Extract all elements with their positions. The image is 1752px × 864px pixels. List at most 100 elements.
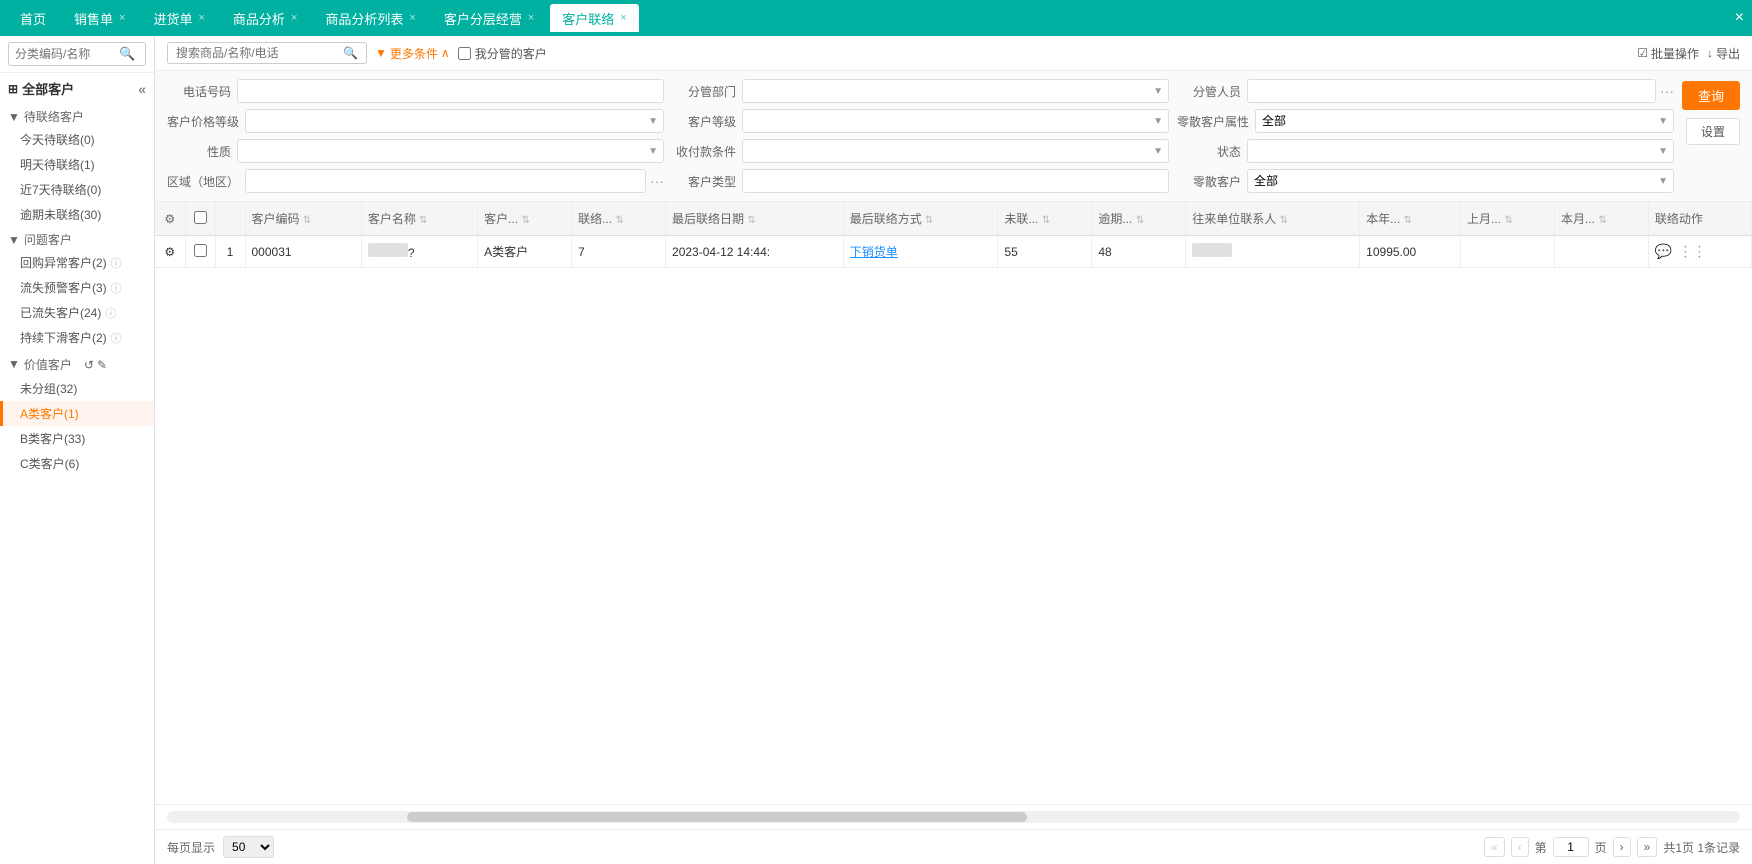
footer-pagination: « ‹ 第 页 › » 共1页 1条记录 (1484, 837, 1740, 857)
filter-scatter-select[interactable]: 全部 (1247, 169, 1674, 193)
row-action-more-0[interactable]: ⋮⋮ (1678, 243, 1706, 260)
first-page-btn[interactable]: « (1484, 837, 1505, 857)
filter-region-dots[interactable]: ··· (650, 173, 664, 189)
nav-tab-customer-contact[interactable]: 客户联络× (550, 4, 638, 32)
nav-tab-close-sales[interactable]: × (119, 12, 125, 24)
row-action-chat-0[interactable]: 💬 (1655, 243, 1672, 260)
filter-row-3: 性质 ▼ 收付款条件 ▼ (167, 139, 1674, 163)
filter-region-label: 区域（地区） (167, 173, 245, 190)
filter-level-select[interactable] (742, 109, 1169, 133)
sidebar-item-2-3[interactable]: C类客户(6) (0, 451, 154, 476)
nav-tab-goods-list[interactable]: 商品分析列表× (313, 4, 427, 32)
table-row: ⚙ 1 000031 ? A类客户 7 2023-04-12 14:44: 下销… (155, 236, 1752, 268)
sidebar-group-label-1[interactable]: ▼ 问题客户 (0, 227, 154, 250)
filter-search-box: 🔍 (167, 42, 367, 64)
filter-nature: 性质 ▼ (167, 139, 664, 163)
my-customers-checkbox[interactable] (458, 47, 471, 60)
per-page-select[interactable]: 50 100 (223, 836, 274, 858)
nav-tab-close-goods-list[interactable]: × (409, 12, 415, 24)
nav-tab-purchase[interactable]: 进货单× (141, 4, 216, 32)
batch-op-btn[interactable]: ☑ 批量操作 (1637, 45, 1699, 62)
table-gear-col[interactable]: ⚙ (155, 202, 185, 236)
filter-dept-select[interactable] (742, 79, 1169, 103)
row-last-method-link-0[interactable]: 下销货单 (850, 245, 898, 259)
sidebar-item-0-3[interactable]: 逾期未联络(30) (0, 202, 154, 227)
sidebar-item-info-1-0[interactable]: ⓘ (111, 258, 122, 270)
filter-person-dots[interactable]: ··· (1660, 83, 1674, 99)
table-col-contact[interactable]: 联络... ⇅ (572, 202, 666, 236)
sidebar-item-0-0[interactable]: 今天待联络(0) (0, 127, 154, 152)
sidebar-item-1-3[interactable]: 持续下滑客户(2)ⓘ (0, 325, 154, 350)
table-body: ⚙ 1 000031 ? A类客户 7 2023-04-12 14:44: 下销… (155, 236, 1752, 268)
h-scrollbar-thumb[interactable] (407, 812, 1027, 822)
row-gear-0[interactable]: ⚙ (155, 236, 185, 268)
close-all-tabs[interactable]: × (1735, 9, 1744, 27)
export-btn[interactable]: ↓ 导出 (1707, 45, 1740, 62)
table-col-type[interactable]: 客户... ⇅ (478, 202, 572, 236)
table-col-last-month[interactable]: 上月... ⇅ (1461, 202, 1555, 236)
filter-price-select[interactable] (245, 109, 664, 133)
sidebar-item-info-1-3[interactable]: ⓘ (111, 333, 122, 345)
filter-status-select[interactable] (1247, 139, 1674, 163)
filter-nature-select[interactable] (237, 139, 664, 163)
filter-dept-label: 分管部门 (672, 83, 742, 100)
table-col-this-year[interactable]: 本年... ⇅ (1360, 202, 1461, 236)
filter-search-input[interactable] (176, 46, 339, 60)
sidebar-search-input[interactable] (15, 47, 115, 61)
filter-person-input[interactable] (1247, 79, 1656, 103)
nav-tab-customer-tier[interactable]: 客户分层经营× (432, 4, 546, 32)
next-page-btn[interactable]: › (1613, 837, 1631, 857)
sidebar-group-label-0[interactable]: ▼ 待联络客户 (0, 104, 154, 127)
nav-tab-sales[interactable]: 销售单× (62, 4, 137, 32)
h-scrollbar[interactable] (167, 811, 1740, 823)
table-col-unit-contact[interactable]: 往来单位联系人 ⇅ (1186, 202, 1360, 236)
page-input[interactable] (1553, 837, 1589, 857)
sidebar-item-2-0[interactable]: 未分组(32) (0, 376, 154, 401)
sidebar-item-info-1-2[interactable]: ⓘ (105, 308, 116, 320)
table-select-all[interactable] (194, 211, 207, 224)
sidebar-item-2-2[interactable]: B类客户(33) (0, 426, 154, 451)
nav-tab-close-customer-tier[interactable]: × (528, 12, 534, 24)
sidebar-item-1-2[interactable]: 已流失客户(24)ⓘ (0, 300, 154, 325)
sidebar-search-area: 🔍 (0, 36, 154, 73)
filter-phone-input[interactable] (237, 79, 664, 103)
settings-button[interactable]: 设置 (1686, 118, 1740, 145)
row-check-0[interactable] (194, 244, 207, 257)
prev-page-btn[interactable]: ‹ (1511, 837, 1529, 857)
sidebar-group-refresh-2[interactable]: ↺ (84, 358, 94, 372)
sidebar-group-edit-2[interactable]: ✎ (97, 358, 107, 372)
table-col-code[interactable]: 客户编码 ⇅ (245, 202, 361, 236)
sidebar-item-1-0[interactable]: 回购异常客户(2)ⓘ (0, 250, 154, 275)
all-customers-header[interactable]: ⊞ 全部客户 « (0, 73, 154, 104)
nav-tab-home[interactable]: 首页 (8, 4, 58, 32)
sidebar-item-0-1[interactable]: 明天待联络(1) (0, 152, 154, 177)
sidebar-item-2-1[interactable]: A类客户(1) (0, 401, 154, 426)
table-col-not-contacted[interactable]: 未联... ⇅ (998, 202, 1092, 236)
row-last-date-0: 2023-04-12 14:44: (666, 236, 844, 268)
table-col-this-month[interactable]: 本月... ⇅ (1554, 202, 1648, 236)
sidebar-item-info-1-1[interactable]: ⓘ (111, 283, 122, 295)
sidebar-item-1-1[interactable]: 流失预警客户(3)ⓘ (0, 275, 154, 300)
nav-tab-close-goods-analysis[interactable]: × (291, 12, 297, 24)
table-col-overdue[interactable]: 逾期... ⇅ (1092, 202, 1186, 236)
table-checkbox-col (185, 202, 215, 236)
last-page-btn[interactable]: » (1637, 837, 1658, 857)
sidebar-collapse-btn[interactable]: « (138, 81, 146, 97)
filter-region-input[interactable] (245, 169, 646, 193)
query-button[interactable]: 查询 (1682, 81, 1740, 110)
row-num-0: 1 (215, 236, 245, 268)
sidebar-group-label-2[interactable]: ▼ 价值客户↺✎ (0, 350, 154, 376)
filter-scatter-attr-select[interactable]: 全部 (1255, 109, 1674, 133)
nav-tab-close-purchase[interactable]: × (198, 12, 204, 24)
table-col-last-method[interactable]: 最后联络方式 ⇅ (843, 202, 998, 236)
filter-cust-type-input[interactable] (742, 169, 1169, 193)
filter-payment-select[interactable] (742, 139, 1169, 163)
nav-tab-close-customer-contact[interactable]: × (620, 12, 626, 24)
main-layout: 🔍 ⊞ 全部客户 « ▼ 待联络客户今天待联络(0)明天待联络(1)近7天待联络… (0, 36, 1752, 864)
nav-tab-goods-analysis[interactable]: 商品分析× (221, 4, 309, 32)
table-col-last-date[interactable]: 最后联络日期 ⇅ (666, 202, 844, 236)
more-conditions-btn[interactable]: ▼ 更多条件 ∧ (375, 45, 450, 62)
sidebar-item-0-2[interactable]: 近7天待联络(0) (0, 177, 154, 202)
table-col-name[interactable]: 客户名称 ⇅ (361, 202, 477, 236)
filter-level: 客户等级 ▼ (672, 109, 1169, 133)
